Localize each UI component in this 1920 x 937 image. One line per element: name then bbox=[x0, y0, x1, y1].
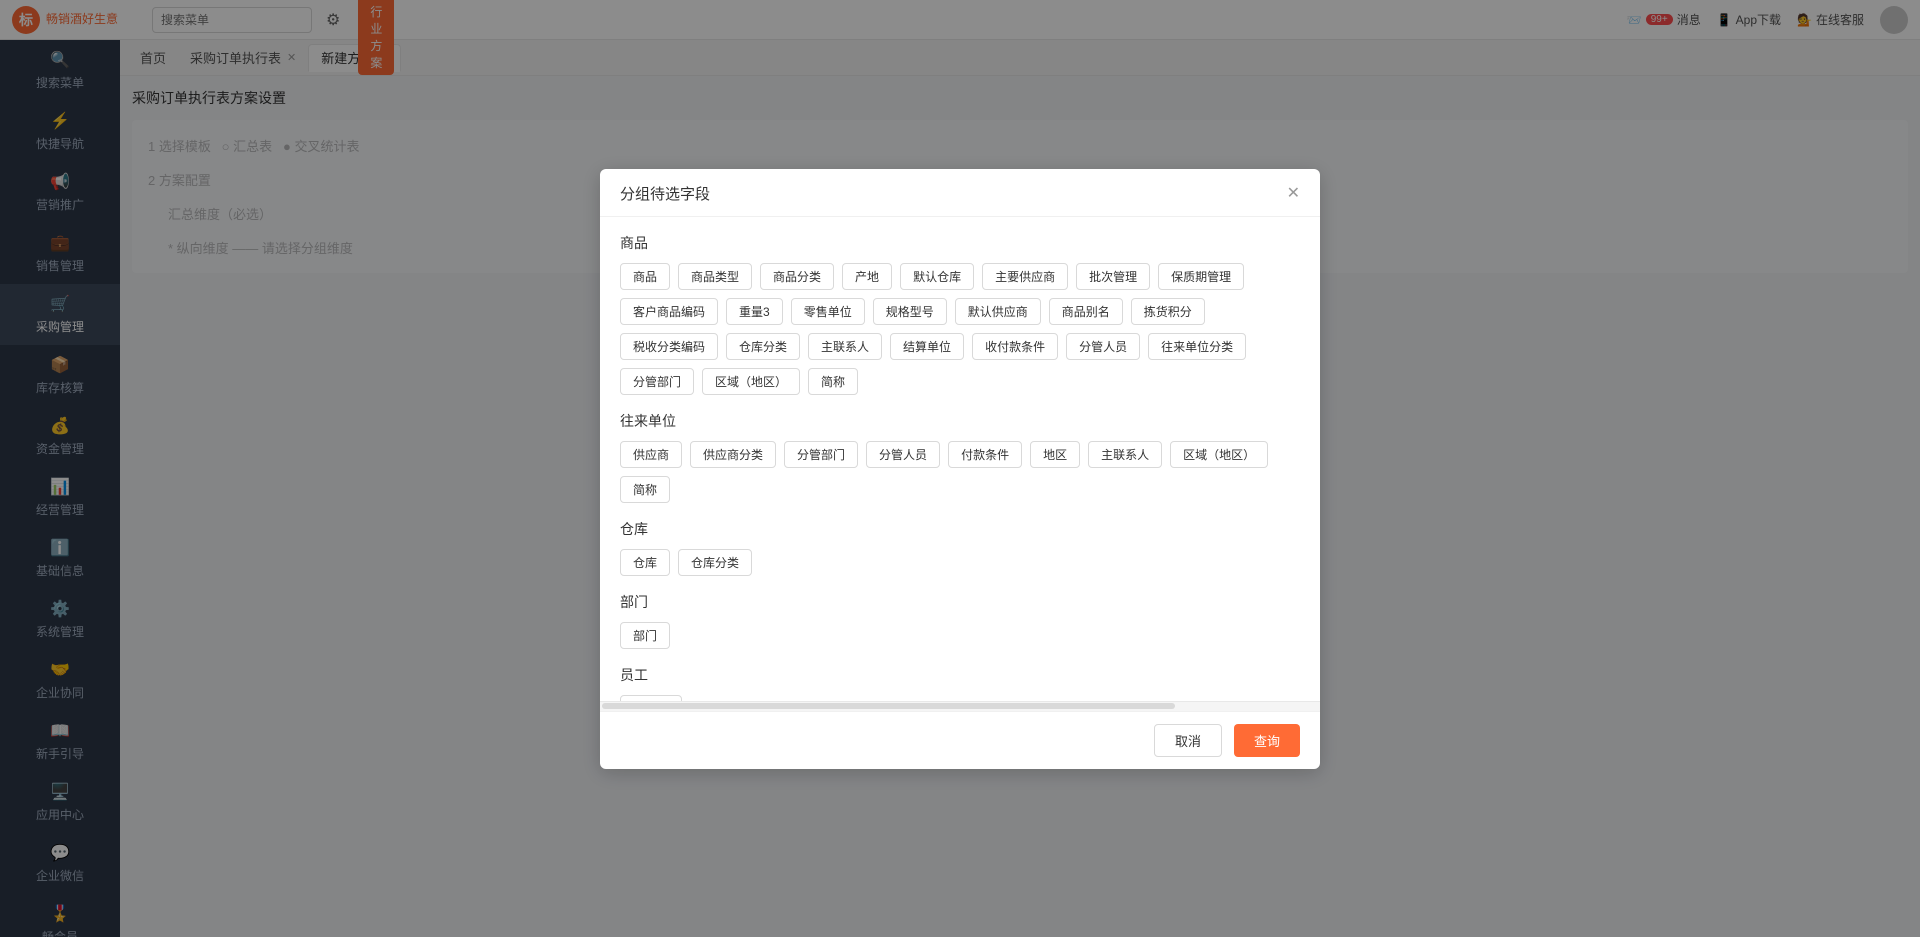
field-tag[interactable]: 部门 bbox=[620, 622, 670, 649]
field-section-仓库: 仓库仓库仓库分类 bbox=[620, 519, 1300, 576]
cancel-button[interactable]: 取消 bbox=[1154, 724, 1222, 757]
modal-title: 分组待选字段 bbox=[620, 183, 710, 204]
modal-header: 分组待选字段 ✕ bbox=[600, 169, 1320, 217]
field-tag[interactable]: 简称 bbox=[620, 476, 670, 503]
field-section-部门: 部门部门 bbox=[620, 592, 1300, 649]
section-title: 员工 bbox=[620, 665, 1300, 685]
field-tag[interactable]: 主要供应商 bbox=[982, 263, 1068, 290]
field-tag[interactable]: 主联系人 bbox=[808, 333, 882, 360]
field-tag[interactable]: 商品分类 bbox=[760, 263, 834, 290]
field-tag[interactable]: 分管部门 bbox=[620, 368, 694, 395]
field-tag[interactable]: 分管人员 bbox=[866, 441, 940, 468]
field-tag[interactable]: 默认仓库 bbox=[900, 263, 974, 290]
field-tag[interactable]: 商品别名 bbox=[1049, 298, 1123, 325]
field-tag[interactable]: 保质期管理 bbox=[1158, 263, 1244, 290]
section-title: 部门 bbox=[620, 592, 1300, 612]
field-tag[interactable]: 地区 bbox=[1030, 441, 1080, 468]
field-tag[interactable]: 重量3 bbox=[726, 298, 783, 325]
field-tag[interactable]: 区域（地区） bbox=[702, 368, 800, 395]
modal-body[interactable]: 商品商品商品类型商品分类产地默认仓库主要供应商批次管理保质期管理客户商品编码重量… bbox=[600, 217, 1320, 701]
field-tag[interactable]: 分管部门 bbox=[784, 441, 858, 468]
field-tag[interactable]: 往来单位分类 bbox=[1148, 333, 1246, 360]
field-tag[interactable]: 简称 bbox=[808, 368, 858, 395]
field-tag[interactable]: 区域（地区） bbox=[1170, 441, 1268, 468]
field-tag[interactable]: 批次管理 bbox=[1076, 263, 1150, 290]
field-tag[interactable]: 规格型号 bbox=[873, 298, 947, 325]
section-title: 仓库 bbox=[620, 519, 1300, 539]
section-title: 商品 bbox=[620, 233, 1300, 253]
field-tag[interactable]: 主联系人 bbox=[1088, 441, 1162, 468]
field-tags: 部门 bbox=[620, 622, 1300, 649]
modal-footer: 取消 查询 bbox=[600, 711, 1320, 769]
modal-horizontal-scrollbar[interactable] bbox=[600, 701, 1320, 711]
field-tag[interactable]: 拣货积分 bbox=[1131, 298, 1205, 325]
field-tag[interactable]: 税收分类编码 bbox=[620, 333, 718, 360]
field-section-员工: 员工业务员 bbox=[620, 665, 1300, 701]
field-tag[interactable]: 客户商品编码 bbox=[620, 298, 718, 325]
field-tag[interactable]: 分管人员 bbox=[1066, 333, 1140, 360]
field-tag[interactable]: 零售单位 bbox=[791, 298, 865, 325]
field-tag[interactable]: 供应商 bbox=[620, 441, 682, 468]
field-tag[interactable]: 默认供应商 bbox=[955, 298, 1041, 325]
section-title: 往来单位 bbox=[620, 411, 1300, 431]
field-tag[interactable]: 商品类型 bbox=[678, 263, 752, 290]
field-section-商品: 商品商品商品类型商品分类产地默认仓库主要供应商批次管理保质期管理客户商品编码重量… bbox=[620, 233, 1300, 395]
confirm-button[interactable]: 查询 bbox=[1234, 724, 1300, 757]
field-tag[interactable]: 仓库分类 bbox=[678, 549, 752, 576]
field-tag[interactable]: 收付款条件 bbox=[972, 333, 1058, 360]
field-tag[interactable]: 产地 bbox=[842, 263, 892, 290]
field-tag[interactable]: 仓库 bbox=[620, 549, 670, 576]
modal-dialog: 分组待选字段 ✕ 商品商品商品类型商品分类产地默认仓库主要供应商批次管理保质期管… bbox=[600, 169, 1320, 769]
field-tags: 仓库仓库分类 bbox=[620, 549, 1300, 576]
modal-close-button[interactable]: ✕ bbox=[1287, 183, 1300, 203]
field-tags: 商品商品类型商品分类产地默认仓库主要供应商批次管理保质期管理客户商品编码重量3 零… bbox=[620, 263, 1300, 395]
field-tags: 供应商供应商分类分管部门分管人员付款条件地区主联系人区域（地区） 简称 bbox=[620, 441, 1300, 503]
field-tag[interactable]: 付款条件 bbox=[948, 441, 1022, 468]
field-tag[interactable]: 商品 bbox=[620, 263, 670, 290]
field-tag[interactable]: 结算单位 bbox=[890, 333, 964, 360]
field-tag[interactable]: 仓库分类 bbox=[726, 333, 800, 360]
field-section-往来单位: 往来单位供应商供应商分类分管部门分管人员付款条件地区主联系人区域（地区） 简称 bbox=[620, 411, 1300, 503]
field-tag[interactable]: 供应商分类 bbox=[690, 441, 776, 468]
modal-hscroll-thumb bbox=[602, 703, 1175, 709]
modal-overlay: 分组待选字段 ✕ 商品商品商品类型商品分类产地默认仓库主要供应商批次管理保质期管… bbox=[0, 0, 1920, 937]
